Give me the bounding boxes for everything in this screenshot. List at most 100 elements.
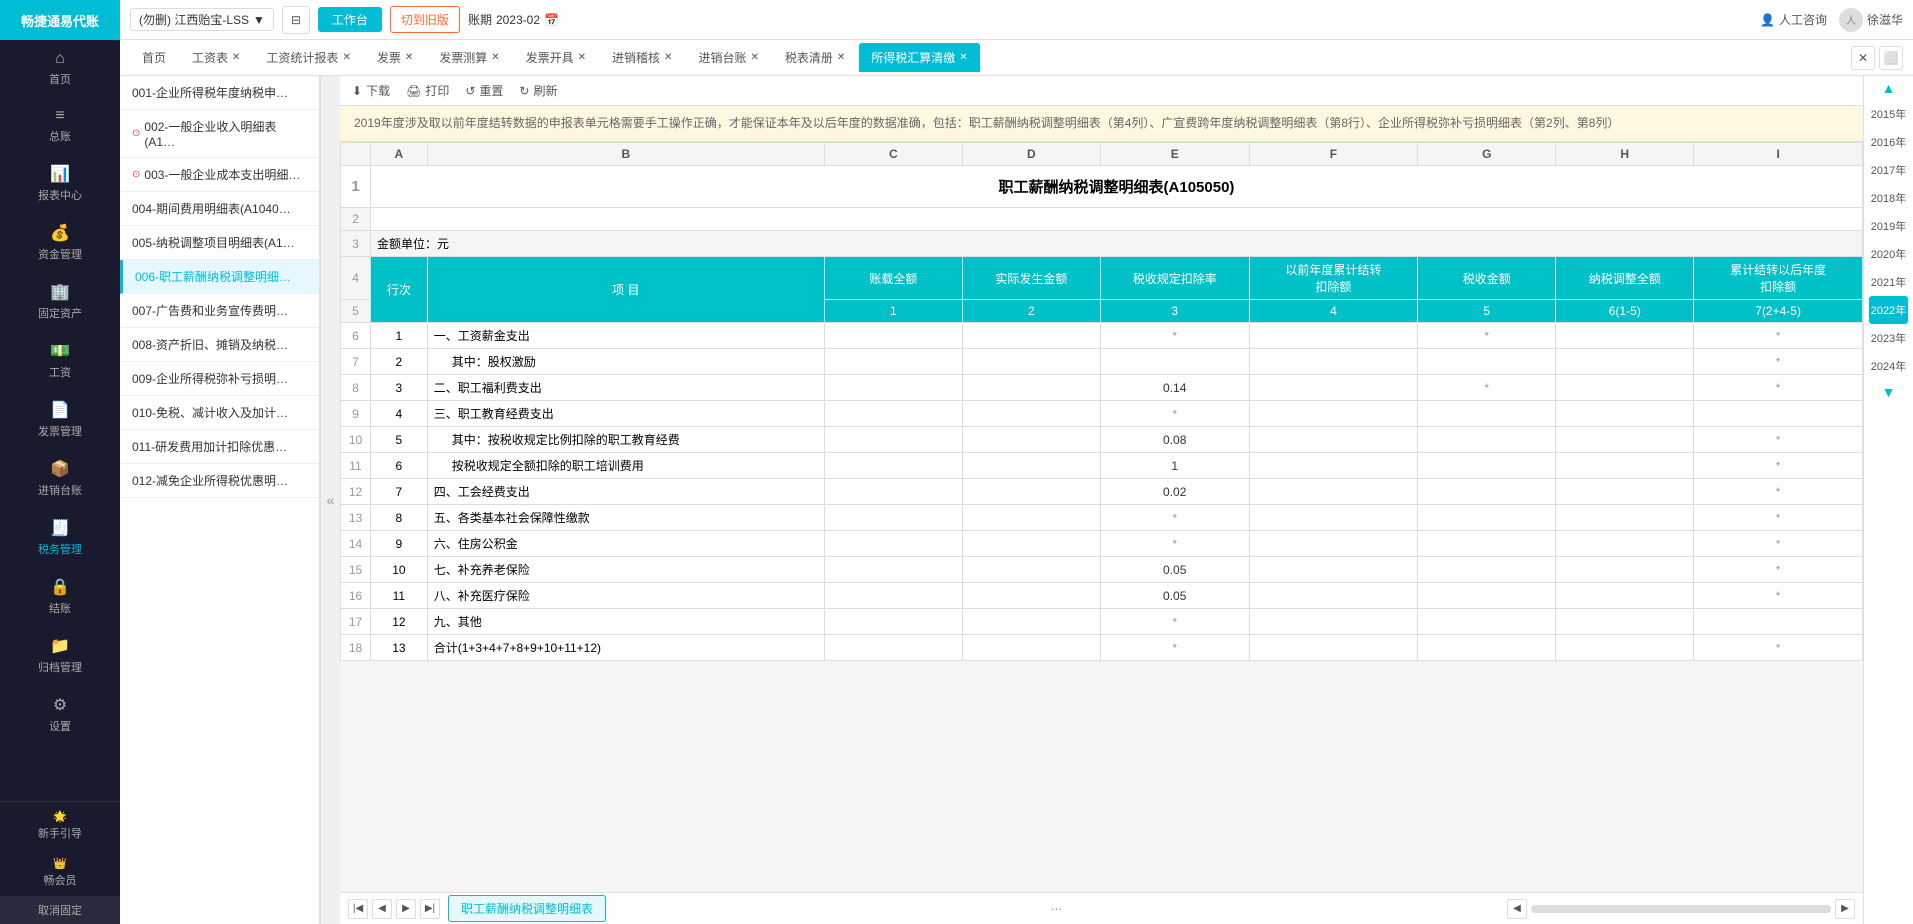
sidebar-item-archive[interactable]: 📁 归档管理 — [0, 626, 120, 685]
switch-version-btn[interactable]: 切到旧版 — [390, 6, 460, 33]
cell-g[interactable]: * — [1418, 375, 1556, 401]
sidebar-item-closing[interactable]: 🔒 结账 — [0, 567, 120, 626]
left-item-003[interactable]: ⊙ 003-一般企业成本支出明细… — [120, 158, 319, 192]
cell-c[interactable] — [824, 479, 962, 505]
row-item[interactable]: 一、工资薪金支出 — [427, 323, 824, 349]
year-down-btn[interactable]: ▼ — [1864, 380, 1913, 404]
tab-purchase-ledger[interactable]: 进销台账 ✕ — [686, 43, 770, 72]
cell-e[interactable]: 1 — [1100, 453, 1249, 479]
tab-invoice-open-close[interactable]: ✕ — [578, 52, 586, 63]
cell-g[interactable]: * — [1418, 323, 1556, 349]
cell-c[interactable] — [824, 453, 962, 479]
row-item[interactable]: 二、职工福利费支出 — [427, 375, 824, 401]
sheet-container[interactable]: A B C D E F G H I 1 职 — [340, 142, 1863, 892]
table-row[interactable]: 83二、职工福利费支出0.14** — [341, 375, 1863, 401]
table-row[interactable]: 138五、各类基本社会保障性缴款** — [341, 505, 1863, 531]
table-row[interactable]: 1611八、补充医疗保险0.05* — [341, 583, 1863, 609]
cell-i[interactable]: * — [1694, 531, 1863, 557]
year-item[interactable]: 2017年 — [1869, 156, 1908, 184]
cell-h[interactable] — [1556, 427, 1694, 453]
bottom-tab-label[interactable]: 职工薪酬纳税调整明细表 — [448, 895, 606, 922]
cell-g[interactable] — [1418, 479, 1556, 505]
cell-h[interactable] — [1556, 505, 1694, 531]
cell-c[interactable] — [824, 323, 962, 349]
cell-e[interactable]: 0.05 — [1100, 557, 1249, 583]
cell-c[interactable] — [824, 427, 962, 453]
print-btn[interactable]: 🖨 打印 — [406, 82, 449, 99]
tab-tax-clear-close[interactable]: ✕ — [837, 52, 845, 63]
cell-g[interactable] — [1418, 401, 1556, 427]
sidebar-item-invoice-mgmt[interactable]: 📄 发票管理 — [0, 390, 120, 449]
table-row[interactable]: 149六、住房公积金** — [341, 531, 1863, 557]
refresh-btn[interactable]: ↻ 刷新 — [519, 82, 557, 99]
table-row[interactable]: 72其中：股权激励* — [341, 349, 1863, 375]
cell-f[interactable] — [1249, 323, 1418, 349]
cell-i[interactable]: * — [1694, 349, 1863, 375]
cell-d[interactable] — [962, 505, 1100, 531]
cell-i[interactable]: * — [1694, 557, 1863, 583]
tab-invoice-calc-close[interactable]: ✕ — [491, 52, 499, 63]
cell-e[interactable]: * — [1100, 401, 1249, 427]
cell-i[interactable]: * — [1694, 479, 1863, 505]
cell-f[interactable] — [1249, 479, 1418, 505]
cell-h[interactable] — [1556, 453, 1694, 479]
cell-f[interactable] — [1249, 427, 1418, 453]
cell-f[interactable] — [1249, 505, 1418, 531]
sheet-nav-first[interactable]: |◀ — [348, 899, 368, 919]
sidebar-item-home[interactable]: ⌂ 首页 — [0, 40, 120, 97]
row-item[interactable]: 六、住房公积金 — [427, 531, 824, 557]
cell-e[interactable] — [1100, 349, 1249, 375]
cell-h[interactable] — [1556, 583, 1694, 609]
tab-home[interactable]: 首页 — [130, 43, 178, 72]
year-item[interactable]: 2015年 — [1869, 100, 1908, 128]
cell-f[interactable] — [1249, 375, 1418, 401]
cell-d[interactable] — [962, 427, 1100, 453]
cell-g[interactable] — [1418, 635, 1556, 661]
cell-c[interactable] — [824, 635, 962, 661]
cell-c[interactable] — [824, 401, 962, 427]
cell-d[interactable] — [962, 583, 1100, 609]
year-item[interactable]: 2022年 — [1869, 296, 1908, 324]
reset-btn[interactable]: ↺ 重置 — [465, 82, 503, 99]
cell-f[interactable] — [1249, 349, 1418, 375]
cell-f[interactable] — [1249, 401, 1418, 427]
row-item[interactable]: 按税收规定全额扣除的职工培训费用 — [427, 453, 824, 479]
scroll-right-btn[interactable]: ▶ — [1835, 899, 1855, 919]
year-item[interactable]: 2020年 — [1869, 240, 1908, 268]
cell-d[interactable] — [962, 375, 1100, 401]
company-selector[interactable]: (勿删) 江西贻宝-LSS ▼ — [130, 8, 274, 31]
tab-payroll-stats[interactable]: 工资统计报表 ✕ — [254, 43, 362, 72]
sheet-nav-prev[interactable]: ◀ — [372, 899, 392, 919]
tab-payroll-close[interactable]: ✕ — [232, 52, 240, 63]
left-item-005[interactable]: 005-纳税调整项目明细表(A1… — [120, 226, 319, 260]
sidebar-item-settings[interactable]: ⚙ 设置 — [0, 685, 120, 744]
left-item-011[interactable]: 011-研发费用加计扣除优惠… — [120, 430, 319, 464]
cell-d[interactable] — [962, 453, 1100, 479]
cell-h[interactable] — [1556, 635, 1694, 661]
cell-h[interactable] — [1556, 323, 1694, 349]
left-item-008[interactable]: 008-资产折旧、摊销及纳税… — [120, 328, 319, 362]
scroll-left-btn[interactable]: ◀ — [1507, 899, 1527, 919]
left-item-009[interactable]: 009-企业所得税弥补亏损明… — [120, 362, 319, 396]
tab-purchase-ledger-close[interactable]: ✕ — [750, 52, 758, 63]
tab-income-tax[interactable]: 所得税汇算清缴 ✕ — [859, 43, 979, 72]
cell-e[interactable]: * — [1100, 505, 1249, 531]
cell-e[interactable]: 0.08 — [1100, 427, 1249, 453]
left-item-004[interactable]: 004-期间费用明细表(A1040… — [120, 192, 319, 226]
year-item[interactable]: 2023年 — [1869, 324, 1908, 352]
sidebar-item-general-ledger[interactable]: ≡ 总账 — [0, 97, 120, 154]
row-item[interactable]: 七、补充养老保险 — [427, 557, 824, 583]
cell-c[interactable] — [824, 609, 962, 635]
cell-d[interactable] — [962, 479, 1100, 505]
cell-f[interactable] — [1249, 635, 1418, 661]
workbench-btn[interactable]: 工作台 — [318, 7, 382, 32]
cell-c[interactable] — [824, 583, 962, 609]
year-up-btn[interactable]: ▲ — [1864, 76, 1913, 100]
year-item[interactable]: 2018年 — [1869, 184, 1908, 212]
cell-e[interactable]: * — [1100, 531, 1249, 557]
sidebar-item-wizard[interactable]: 🌟 新手引导 — [0, 802, 120, 849]
tab-income-tax-close[interactable]: ✕ — [959, 52, 967, 63]
table-row[interactable]: 105其中：按税收规定比例扣除的职工教育经费0.08* — [341, 427, 1863, 453]
sheet-nav-last[interactable]: ▶| — [420, 899, 440, 919]
sidebar-item-fixed-asset[interactable]: 🏢 固定资产 — [0, 272, 120, 331]
